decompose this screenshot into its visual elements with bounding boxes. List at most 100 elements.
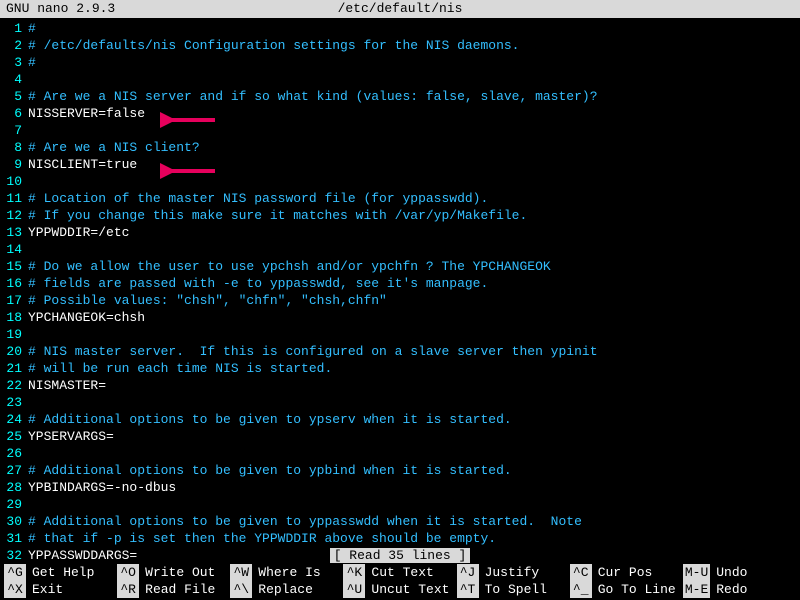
help-row-1: ^G Get Help ^O Write Out ^WWhere Is^K Cut Tex…: [4, 564, 796, 581]
line-number: 28: [0, 479, 26, 496]
help-shortcut: ^U Uncut Text: [343, 581, 456, 598]
shortcut-key: ^R: [117, 581, 139, 598]
help-shortcut: ^R Read File: [117, 581, 230, 598]
code-line[interactable]: [28, 71, 800, 88]
shortcut-label: Get Help: [32, 564, 94, 581]
code-line[interactable]: YPSERVARGS=: [28, 428, 800, 445]
help-bar: ^G Get Help ^O Write Out ^WWhere Is^K Cut Tex…: [0, 564, 800, 598]
line-number: 20: [0, 343, 26, 360]
code-line[interactable]: [28, 122, 800, 139]
shortcut-key: ^\: [230, 581, 252, 598]
code-line[interactable]: # that if -p is set then the YPPWDDIR ab…: [28, 530, 800, 547]
code-line[interactable]: # /etc/defaults/nis Configuration settin…: [28, 37, 800, 54]
help-row-2: ^X Exit ^R Read File ^\ Replace ^U Uncut Text ^T…: [4, 581, 796, 598]
code-line[interactable]: # Possible values: "chsh", "chfn", "chsh…: [28, 292, 800, 309]
code-line[interactable]: YPBINDARGS=-no-dbus: [28, 479, 800, 496]
code-line[interactable]: # Location of the master NIS password fi…: [28, 190, 800, 207]
code-line[interactable]: #: [28, 54, 800, 71]
line-number: 2: [0, 37, 26, 54]
file-path: /etc/default/nis: [0, 0, 800, 18]
line-number: 15: [0, 258, 26, 275]
shortcut-key: ^U: [343, 581, 365, 598]
line-number-gutter: 1234567891011121314151617181920212223242…: [0, 18, 26, 564]
help-shortcut: ^\ Replace: [230, 581, 343, 598]
line-number: 1: [0, 20, 26, 37]
line-number: 18: [0, 309, 26, 326]
shortcut-label: Redo: [716, 581, 747, 598]
line-number: 17: [0, 292, 26, 309]
shortcut-label: Go To Line: [598, 581, 676, 598]
shortcut-label: Write Out: [145, 564, 215, 581]
code-content[interactable]: ## /etc/defaults/nis Configuration setti…: [28, 18, 800, 564]
code-line[interactable]: YPCHANGEOK=chsh: [28, 309, 800, 326]
shortcut-key: ^G: [4, 564, 26, 581]
help-shortcut: ^J Justify: [457, 564, 570, 581]
help-shortcut: M-UUndo: [683, 564, 796, 581]
status-text: [ Read 35 lines ]: [330, 548, 471, 563]
code-line[interactable]: # Additional options to be given to yppa…: [28, 513, 800, 530]
shortcut-key: ^W: [230, 564, 252, 581]
help-shortcut: ^WWhere Is: [230, 564, 343, 581]
help-shortcut: ^O Write Out: [117, 564, 230, 581]
help-shortcut: ^C Cur Pos: [570, 564, 683, 581]
code-line[interactable]: [28, 173, 800, 190]
line-number: 31: [0, 530, 26, 547]
code-line[interactable]: [28, 394, 800, 411]
line-number: 9: [0, 156, 26, 173]
shortcut-label: To Spell: [485, 581, 547, 598]
editor-area[interactable]: 1234567891011121314151617181920212223242…: [0, 18, 800, 564]
line-number: 3: [0, 54, 26, 71]
code-line[interactable]: # Are we a NIS server and if so what kin…: [28, 88, 800, 105]
help-shortcut: M-ERedo: [683, 581, 796, 598]
shortcut-key: ^J: [457, 564, 479, 581]
line-number: 13: [0, 224, 26, 241]
code-line[interactable]: # NIS master server. If this is configur…: [28, 343, 800, 360]
help-shortcut: ^K Cut Text: [343, 564, 456, 581]
line-number: 19: [0, 326, 26, 343]
code-line[interactable]: # If you change this make sure it matche…: [28, 207, 800, 224]
line-number: 21: [0, 360, 26, 377]
code-line[interactable]: NISCLIENT=true: [28, 156, 800, 173]
title-bar: GNU nano 2.9.3 /etc/default/nis: [0, 0, 800, 18]
shortcut-key: ^X: [4, 581, 26, 598]
line-number: 11: [0, 190, 26, 207]
shortcut-key: ^C: [570, 564, 592, 581]
shortcut-label: Replace: [258, 581, 313, 598]
line-number: 4: [0, 71, 26, 88]
shortcut-label: Undo: [716, 564, 747, 581]
code-line[interactable]: # Do we allow the user to use ypchsh and…: [28, 258, 800, 275]
code-line[interactable]: # Additional options to be given to ypse…: [28, 411, 800, 428]
shortcut-key: ^O: [117, 564, 139, 581]
shortcut-label: Uncut Text: [371, 581, 449, 598]
line-number: 26: [0, 445, 26, 462]
shortcut-label: Cut Text: [371, 564, 433, 581]
line-number: 23: [0, 394, 26, 411]
help-shortcut: ^G Get Help: [4, 564, 117, 581]
line-number: 27: [0, 462, 26, 479]
help-shortcut: ^TTo Spell: [457, 581, 570, 598]
code-line[interactable]: # fields are passed with -e to yppasswdd…: [28, 275, 800, 292]
code-line[interactable]: YPPWDDIR=/etc: [28, 224, 800, 241]
code-line[interactable]: #: [28, 20, 800, 37]
line-number: 7: [0, 122, 26, 139]
help-shortcut: ^X Exit: [4, 581, 117, 598]
shortcut-label: Read File: [145, 581, 215, 598]
line-number: 6: [0, 105, 26, 122]
shortcut-key: ^K: [343, 564, 365, 581]
code-line[interactable]: [28, 445, 800, 462]
line-number: 14: [0, 241, 26, 258]
code-line[interactable]: [28, 241, 800, 258]
shortcut-key: ^_: [570, 581, 592, 598]
code-line[interactable]: # Are we a NIS client?: [28, 139, 800, 156]
code-line[interactable]: NISMASTER=: [28, 377, 800, 394]
shortcut-label: Justify: [485, 564, 540, 581]
line-number: 12: [0, 207, 26, 224]
shortcut-label: Cur Pos: [598, 564, 653, 581]
code-line[interactable]: NISSERVER=false: [28, 105, 800, 122]
code-line[interactable]: # will be run each time NIS is started.: [28, 360, 800, 377]
code-line[interactable]: [28, 496, 800, 513]
line-number: 8: [0, 139, 26, 156]
code-line[interactable]: [28, 326, 800, 343]
code-line[interactable]: # Additional options to be given to ypbi…: [28, 462, 800, 479]
shortcut-label: Exit: [32, 581, 63, 598]
